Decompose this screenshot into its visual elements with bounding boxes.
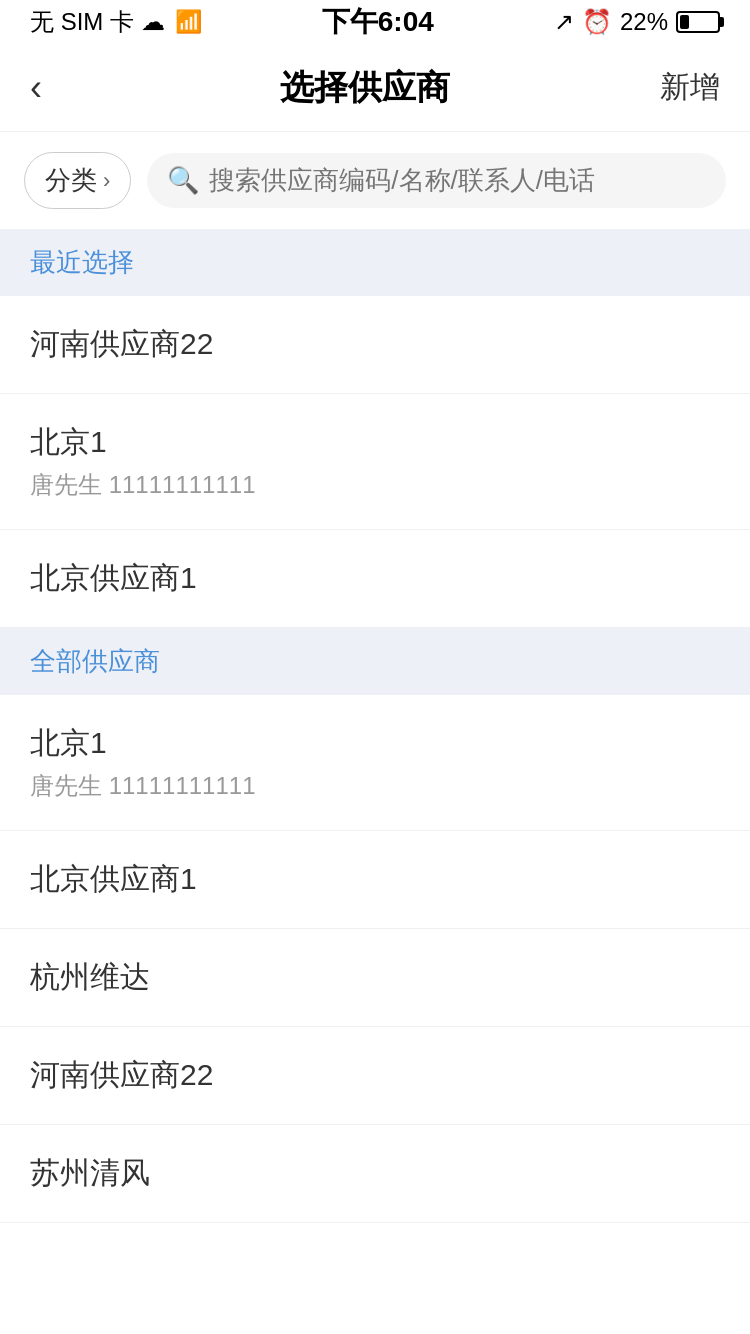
item-name: 北京供应商1	[30, 558, 720, 599]
list-item[interactable]: 北京1 唐先生 11111111111	[0, 394, 750, 530]
category-filter-button[interactable]: 分类 ›	[24, 152, 131, 209]
item-name: 北京1	[30, 723, 720, 764]
no-sim-label: 无 SIM 卡 ☁	[30, 6, 165, 38]
all-section-header: 全部供应商	[0, 628, 750, 695]
battery-icon	[676, 11, 720, 33]
item-name: 北京1	[30, 422, 720, 463]
recent-list: 河南供应商22 北京1 唐先生 11111111111 北京供应商1	[0, 296, 750, 628]
chevron-right-icon: ›	[103, 168, 110, 194]
location-icon: ↗	[554, 8, 574, 36]
recent-section-label: 最近选择	[30, 247, 134, 277]
item-sub: 唐先生 11111111111	[30, 469, 720, 501]
search-icon: 🔍	[167, 165, 199, 196]
item-name: 河南供应商22	[30, 324, 720, 365]
add-button[interactable]: 新增	[640, 67, 720, 108]
list-item[interactable]: 北京1 唐先生 11111111111	[0, 695, 750, 831]
status-left: 无 SIM 卡 ☁ 📶	[30, 6, 202, 38]
search-input[interactable]	[209, 165, 706, 196]
alarm-icon: ⏰	[582, 8, 612, 36]
page-title: 选择供应商	[280, 65, 450, 111]
item-name: 杭州维达	[30, 957, 720, 998]
list-item[interactable]: 北京供应商1	[0, 831, 750, 929]
item-name: 苏州清风	[30, 1153, 720, 1194]
recent-section-header: 最近选择	[0, 229, 750, 296]
status-bar: 无 SIM 卡 ☁ 📶 下午6:04 ↗ ⏰ 22%	[0, 0, 750, 44]
item-sub: 唐先生 11111111111	[30, 770, 720, 802]
wifi-icon: 📶	[175, 9, 202, 35]
back-button[interactable]: ‹	[30, 67, 90, 109]
status-time: 下午6:04	[322, 3, 434, 41]
nav-bar: ‹ 选择供应商 新增	[0, 44, 750, 132]
filter-bar: 分类 › 🔍	[0, 132, 750, 229]
battery-percent: 22%	[620, 8, 668, 36]
all-list: 北京1 唐先生 11111111111 北京供应商1 杭州维达河南供应商22 苏州清风	[0, 695, 750, 1223]
item-name: 河南供应商22	[30, 1055, 720, 1096]
item-name: 北京供应商1	[30, 859, 720, 900]
list-item[interactable]: 河南供应商22	[0, 1027, 750, 1125]
status-right: ↗ ⏰ 22%	[554, 8, 720, 36]
category-label: 分类	[45, 163, 97, 198]
list-item[interactable]: 苏州清风	[0, 1125, 750, 1223]
list-item[interactable]: 河南供应商22	[0, 296, 750, 394]
search-box[interactable]: 🔍	[147, 153, 726, 208]
list-item[interactable]: 杭州维达	[0, 929, 750, 1027]
list-item[interactable]: 北京供应商1	[0, 530, 750, 628]
all-section-label: 全部供应商	[30, 646, 160, 676]
